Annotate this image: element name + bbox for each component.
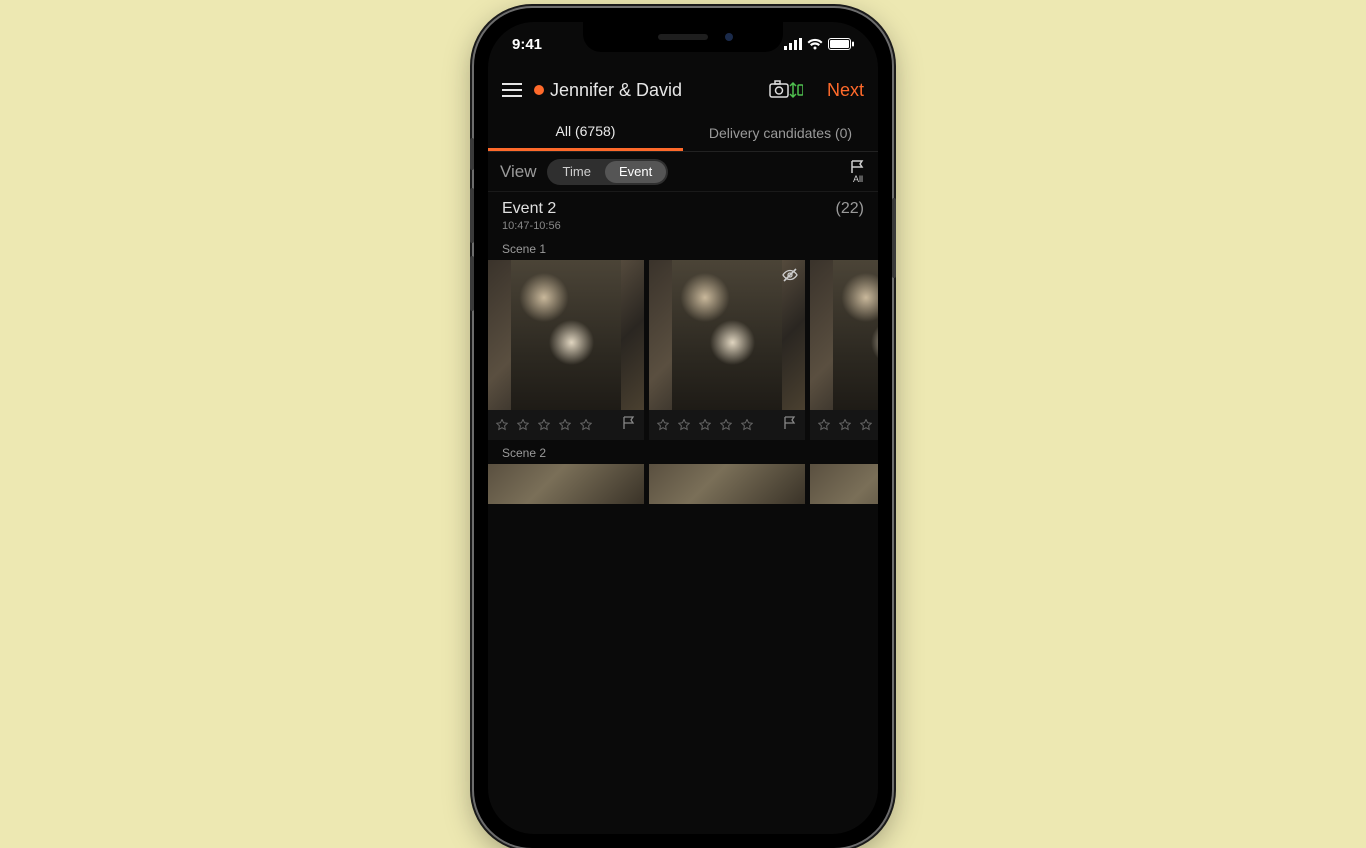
scene-1-thumbs	[488, 260, 878, 440]
star-icon[interactable]	[517, 419, 529, 431]
star-icon[interactable]	[657, 419, 669, 431]
photo-thumbnail[interactable]	[649, 260, 805, 410]
side-button	[892, 198, 896, 278]
photo-rating-row	[649, 410, 805, 440]
flag-icon	[850, 160, 866, 174]
speaker	[658, 34, 708, 40]
battery-icon	[828, 38, 854, 50]
phone-frame: 9:41 Jennifer & David	[474, 8, 892, 848]
app-nav: Jennifer & David Next	[488, 66, 878, 114]
status-dot-icon	[534, 85, 544, 95]
menu-icon[interactable]	[502, 83, 522, 97]
photo-rating-row	[810, 410, 878, 440]
side-button	[470, 138, 474, 170]
tab-delivery[interactable]: Delivery candidates (0)	[683, 114, 878, 151]
status-time: 9:41	[512, 36, 542, 53]
star-icon[interactable]	[818, 419, 830, 431]
photo-card[interactable]	[810, 464, 878, 504]
photo-thumbnail[interactable]	[810, 464, 878, 504]
photo-card[interactable]	[649, 464, 805, 504]
flag-icon	[783, 416, 797, 430]
photo-thumbnail[interactable]	[649, 464, 805, 504]
view-label: View	[500, 162, 537, 182]
project-title: Jennifer & David	[550, 80, 682, 101]
tabs: All (6758) Delivery candidates (0)	[488, 114, 878, 152]
segment-time[interactable]: Time	[549, 161, 605, 183]
star-icon[interactable]	[559, 419, 571, 431]
notch	[583, 22, 783, 52]
camera-sync-icon[interactable]	[769, 79, 803, 101]
front-camera	[725, 33, 733, 41]
scene-label: Scene 1	[488, 236, 878, 260]
star-icon[interactable]	[678, 419, 690, 431]
next-button[interactable]: Next	[827, 80, 864, 101]
scene-label: Scene 2	[488, 440, 878, 464]
view-row: View Time Event All	[488, 152, 878, 192]
segment-event[interactable]: Event	[605, 161, 666, 183]
flag-button[interactable]	[783, 416, 797, 435]
tab-all[interactable]: All (6758)	[488, 114, 683, 151]
photo-card[interactable]	[488, 260, 644, 440]
photo-card[interactable]	[810, 260, 878, 440]
star-icon[interactable]	[720, 419, 732, 431]
flag-button[interactable]	[622, 416, 636, 435]
photo-card[interactable]	[488, 464, 644, 504]
flag-icon	[622, 416, 636, 430]
wifi-icon	[807, 38, 823, 50]
star-icon[interactable]	[580, 419, 592, 431]
page-title: Jennifer & David	[534, 80, 757, 101]
photo-thumbnail[interactable]	[488, 260, 644, 410]
hidden-icon	[781, 266, 799, 289]
view-segment: Time Event	[547, 159, 669, 185]
side-button	[470, 188, 474, 243]
side-button	[470, 256, 474, 311]
flag-filter-button[interactable]: All	[850, 160, 866, 184]
event-name: Event 2	[502, 200, 561, 218]
star-icon[interactable]	[699, 419, 711, 431]
photo-thumbnail[interactable]	[488, 464, 644, 504]
star-icon[interactable]	[496, 419, 508, 431]
event-count: (22)	[836, 200, 864, 218]
star-icon[interactable]	[860, 419, 872, 431]
star-icon[interactable]	[839, 419, 851, 431]
event-header: Event 2 10:47-10:56 (22)	[488, 192, 878, 236]
status-icons	[784, 38, 854, 50]
cellular-icon	[784, 38, 802, 50]
photo-rating-row	[488, 410, 644, 440]
photo-card[interactable]	[649, 260, 805, 440]
event-time: 10:47-10:56	[502, 220, 561, 232]
phone-screen: 9:41 Jennifer & David	[488, 22, 878, 834]
flag-filter-label: All	[853, 174, 863, 184]
scene-2-thumbs	[488, 464, 878, 504]
star-icon[interactable]	[741, 419, 753, 431]
star-icon[interactable]	[538, 419, 550, 431]
photo-thumbnail[interactable]	[810, 260, 878, 410]
